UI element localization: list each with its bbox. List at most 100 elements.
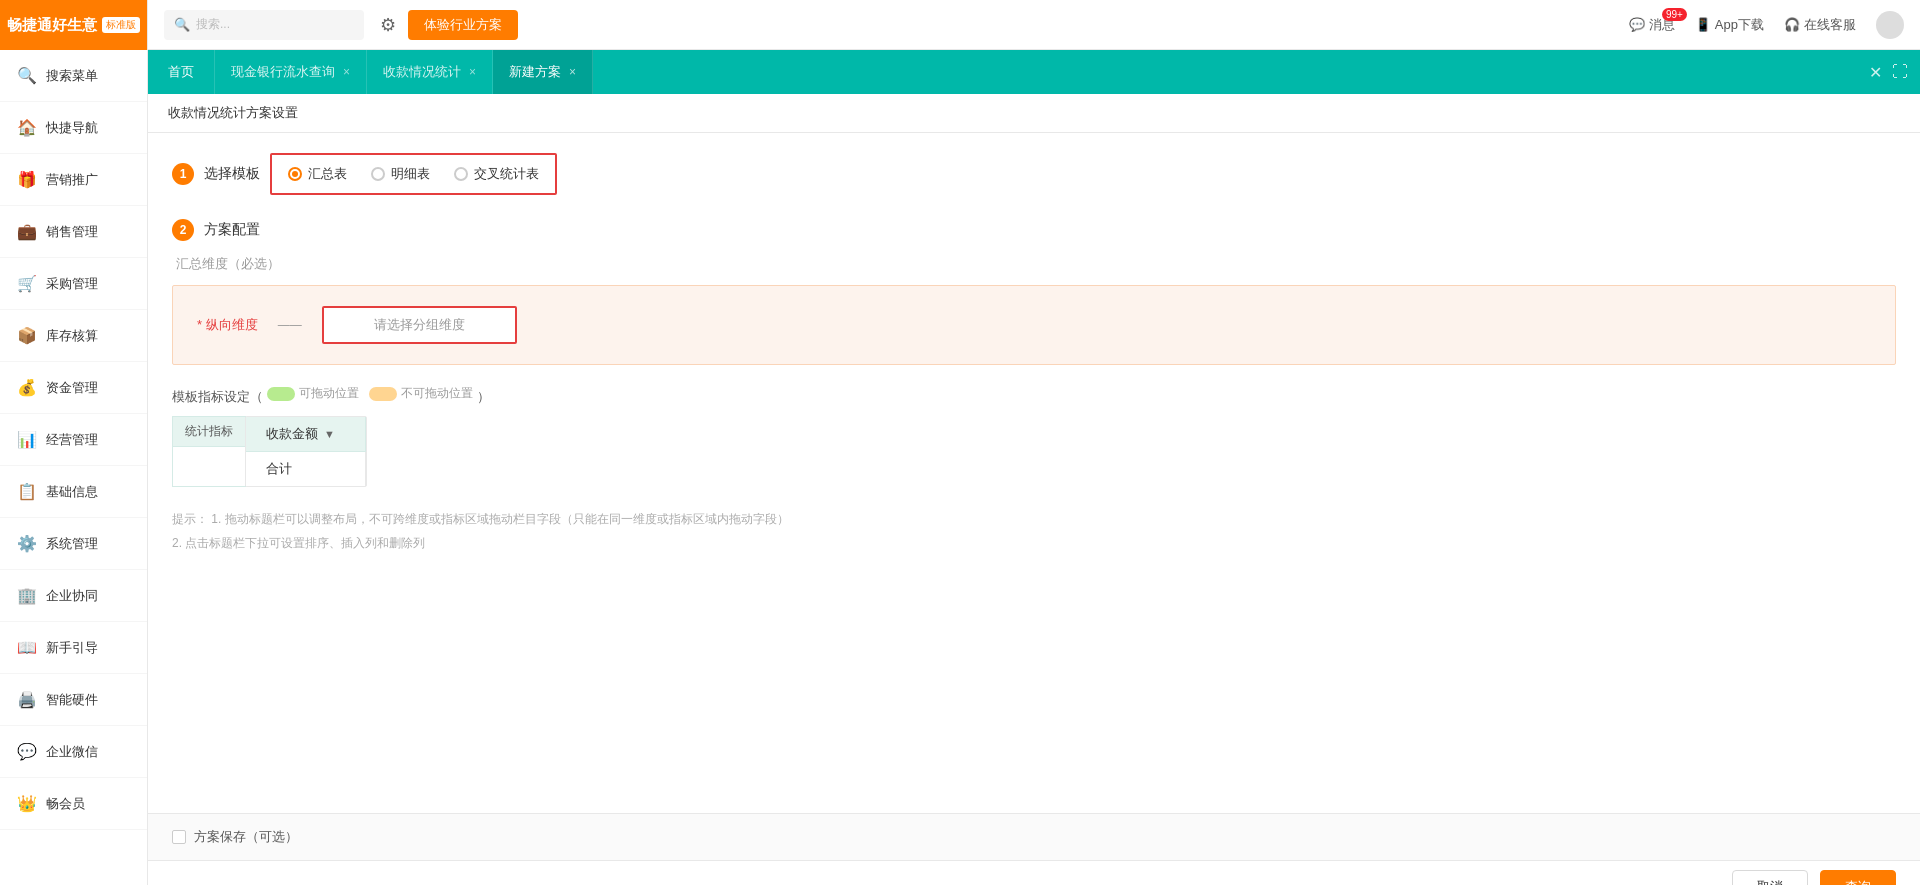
sidebar: 畅捷通好生意 标准版 🔍 搜索菜单 🏠 快捷导航 🎁 营销推广 💼 销售管理 🛒…: [0, 0, 148, 885]
sidebar-item-wechat[interactable]: 💬 企业微信: [0, 726, 147, 778]
movable-label: 可拖动位置: [299, 385, 359, 402]
dimension-label: 汇总维度（必选）: [172, 255, 1896, 273]
step1-num: 1: [172, 163, 194, 185]
save-checkbox[interactable]: [172, 830, 186, 844]
hints-area: 提示： 1. 拖动标题栏可以调整布局，不可跨维度或指标区域拖动栏目字段（只能在同…: [172, 507, 1896, 555]
download-label: App下载: [1715, 16, 1764, 34]
radio-circle-summary: [288, 167, 302, 181]
notification-item[interactable]: 💬 消息 99+: [1629, 16, 1675, 34]
sidebar-item-member[interactable]: 👑 畅会员: [0, 778, 147, 830]
search-icon-topbar: 🔍: [174, 17, 190, 32]
sidebar-item-inventory[interactable]: 📦 库存核算: [0, 310, 147, 362]
step2-num: 2: [172, 219, 194, 241]
sidebar-logo: 畅捷通好生意 标准版: [0, 0, 147, 50]
query-button[interactable]: 查询: [1820, 870, 1896, 886]
service-icon: 🎧: [1784, 17, 1800, 32]
sidebar-item-marketing[interactable]: 🎁 营销推广: [0, 154, 147, 206]
radio-cross-label: 交叉统计表: [474, 165, 539, 183]
member-icon: 👑: [16, 793, 38, 815]
inventory-icon: 📦: [16, 325, 38, 347]
tab-new-plan-close[interactable]: ×: [569, 65, 576, 79]
dim-select-button[interactable]: 请选择分组维度: [322, 306, 517, 344]
sidebar-item-base[interactable]: 📋 基础信息: [0, 466, 147, 518]
collab-icon: 🏢: [16, 585, 38, 607]
settings-icon[interactable]: ⚙: [380, 14, 396, 36]
radio-summary[interactable]: 汇总表: [288, 165, 347, 183]
page-header: 收款情况统计方案设置: [148, 94, 1920, 133]
sidebar-item-system[interactable]: ⚙️ 系统管理: [0, 518, 147, 570]
home-icon: 🏠: [16, 117, 38, 139]
indicators-section: 模板指标设定（ 可拖动位置 不可拖动位置 ）: [172, 385, 1896, 487]
radio-detail[interactable]: 明细表: [371, 165, 430, 183]
sidebar-item-quick-nav[interactable]: 🏠 快捷导航: [0, 102, 147, 154]
tab-stats[interactable]: 收款情况统计 ×: [367, 50, 493, 94]
data-cell-total: 合计: [266, 461, 292, 476]
sidebar-label-wechat: 企业微信: [46, 743, 98, 761]
header-cell-label: 收款金额: [266, 425, 318, 443]
tab-new-plan[interactable]: 新建方案 ×: [493, 50, 593, 94]
user-avatar[interactable]: [1876, 11, 1904, 39]
breadcrumb: 收款情况统计方案设置: [168, 105, 298, 120]
sidebar-item-hardware[interactable]: 🖨️ 智能硬件: [0, 674, 147, 726]
template-options: 汇总表 明细表 交叉统计表: [270, 153, 557, 195]
finance-icon: 💰: [16, 377, 38, 399]
table-header-row: 收款金额 ▼: [246, 417, 366, 452]
radio-summary-label: 汇总表: [308, 165, 347, 183]
logo-text: 畅捷通好生意: [7, 16, 97, 35]
table-preview-container: 统计指标 收款金额 ▼: [172, 416, 1896, 487]
tabbar: 首页 现金银行流水查询 × 收款情况统计 × 新建方案 × ✕ ⛶: [148, 50, 1920, 94]
sidebar-item-finance[interactable]: 💰 资金管理: [0, 362, 147, 414]
header-caret: ▼: [324, 428, 335, 440]
search-placeholder: 搜索...: [196, 16, 230, 33]
movable-indicator: [267, 387, 295, 401]
service-label: 在线客服: [1804, 16, 1856, 34]
sidebar-item-collab[interactable]: 🏢 企业协同: [0, 570, 147, 622]
tab-bank[interactable]: 现金银行流水查询 ×: [215, 50, 367, 94]
indicators-header: 模板指标设定（ 可拖动位置 不可拖动位置 ）: [172, 385, 1896, 406]
service-item[interactable]: 🎧 在线客服: [1784, 16, 1856, 34]
expand-icon[interactable]: ⛶: [1892, 63, 1908, 81]
search-box[interactable]: 🔍 搜索...: [164, 10, 364, 40]
close-window-icon[interactable]: ✕: [1869, 63, 1882, 82]
sidebar-item-purchase[interactable]: 🛒 采购管理: [0, 258, 147, 310]
tab-home-label: 首页: [168, 63, 194, 81]
sidebar-item-guide[interactable]: 📖 新手引导: [0, 622, 147, 674]
movable-badge: 可拖动位置: [267, 385, 359, 402]
sidebar-label-inventory: 库存核算: [46, 327, 98, 345]
tab-home[interactable]: 首页: [148, 50, 215, 94]
system-icon: ⚙️: [16, 533, 38, 555]
sidebar-label-guide: 新手引导: [46, 639, 98, 657]
save-option-bar: 方案保存（可选）: [148, 813, 1920, 860]
search-icon: 🔍: [16, 65, 38, 87]
tab-bank-close[interactable]: ×: [343, 65, 350, 79]
industry-button[interactable]: 体验行业方案: [408, 10, 518, 40]
step2-header: 2 方案配置: [172, 219, 1896, 241]
form-area: 1 选择模板 汇总表 明细表 交叉统计表: [148, 133, 1920, 813]
notification-badge: 99+: [1662, 8, 1687, 21]
main-area: 🔍 搜索... ⚙ 体验行业方案 💬 消息 99+ 📱 App下载 🎧 在线客服: [148, 0, 1920, 885]
stats-table: 收款金额 ▼ 合计: [245, 416, 367, 487]
sidebar-label-quick-nav: 快捷导航: [46, 119, 98, 137]
dim-row: * 纵向维度 —— 请选择分组维度: [197, 306, 1871, 344]
sidebar-item-search[interactable]: 🔍 搜索菜单: [0, 50, 147, 102]
table-data-row: 合计: [246, 452, 366, 486]
sidebar-label-purchase: 采购管理: [46, 275, 98, 293]
group-label: 统计指标: [185, 424, 233, 438]
sidebar-item-operations[interactable]: 📊 经营管理: [0, 414, 147, 466]
dimension-area: * 纵向维度 —— 请选择分组维度: [172, 285, 1896, 365]
cancel-button[interactable]: 取消: [1732, 870, 1808, 886]
sidebar-item-sales[interactable]: 💼 销售管理: [0, 206, 147, 258]
download-icon: 📱: [1695, 17, 1711, 32]
radio-cross[interactable]: 交叉统计表: [454, 165, 539, 183]
sidebar-label-search: 搜索菜单: [46, 67, 98, 85]
step1-title: 选择模板: [204, 165, 260, 183]
table-header-cell-amount[interactable]: 收款金额 ▼: [246, 417, 366, 452]
wechat-icon: 💬: [16, 741, 38, 763]
step1-section: 1 选择模板 汇总表 明细表 交叉统计表: [172, 153, 1896, 195]
base-icon: 📋: [16, 481, 38, 503]
sidebar-label-base: 基础信息: [46, 483, 98, 501]
hint-1: 提示： 1. 拖动标题栏可以调整布局，不可跨维度或指标区域拖动栏目字段（只能在同…: [172, 507, 1896, 531]
tab-stats-close[interactable]: ×: [469, 65, 476, 79]
dim-arrow: ——: [278, 318, 302, 332]
download-item[interactable]: 📱 App下载: [1695, 16, 1764, 34]
